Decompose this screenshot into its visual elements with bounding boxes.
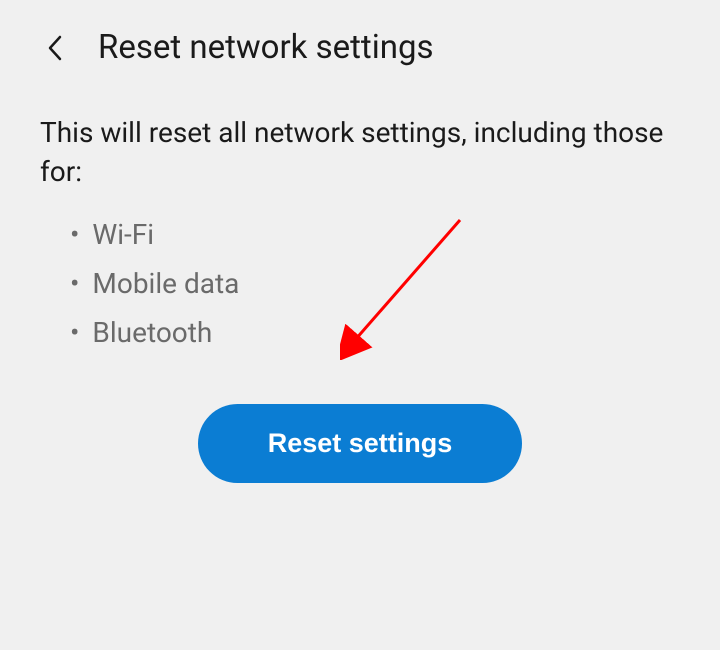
header: Reset network settings [0, 0, 720, 95]
description-text: This will reset all network settings, in… [40, 113, 680, 191]
button-container: Reset settings [40, 404, 680, 483]
list-item: Mobile data [70, 262, 680, 307]
page-title: Reset network settings [98, 28, 434, 67]
list-item: Bluetooth [70, 311, 680, 356]
back-icon [46, 34, 64, 62]
back-button[interactable] [40, 33, 70, 63]
reset-settings-button[interactable]: Reset settings [198, 404, 523, 483]
content: This will reset all network settings, in… [0, 95, 720, 501]
bullet-list: Wi-Fi Mobile data Bluetooth [40, 213, 680, 355]
list-item: Wi-Fi [70, 213, 680, 258]
